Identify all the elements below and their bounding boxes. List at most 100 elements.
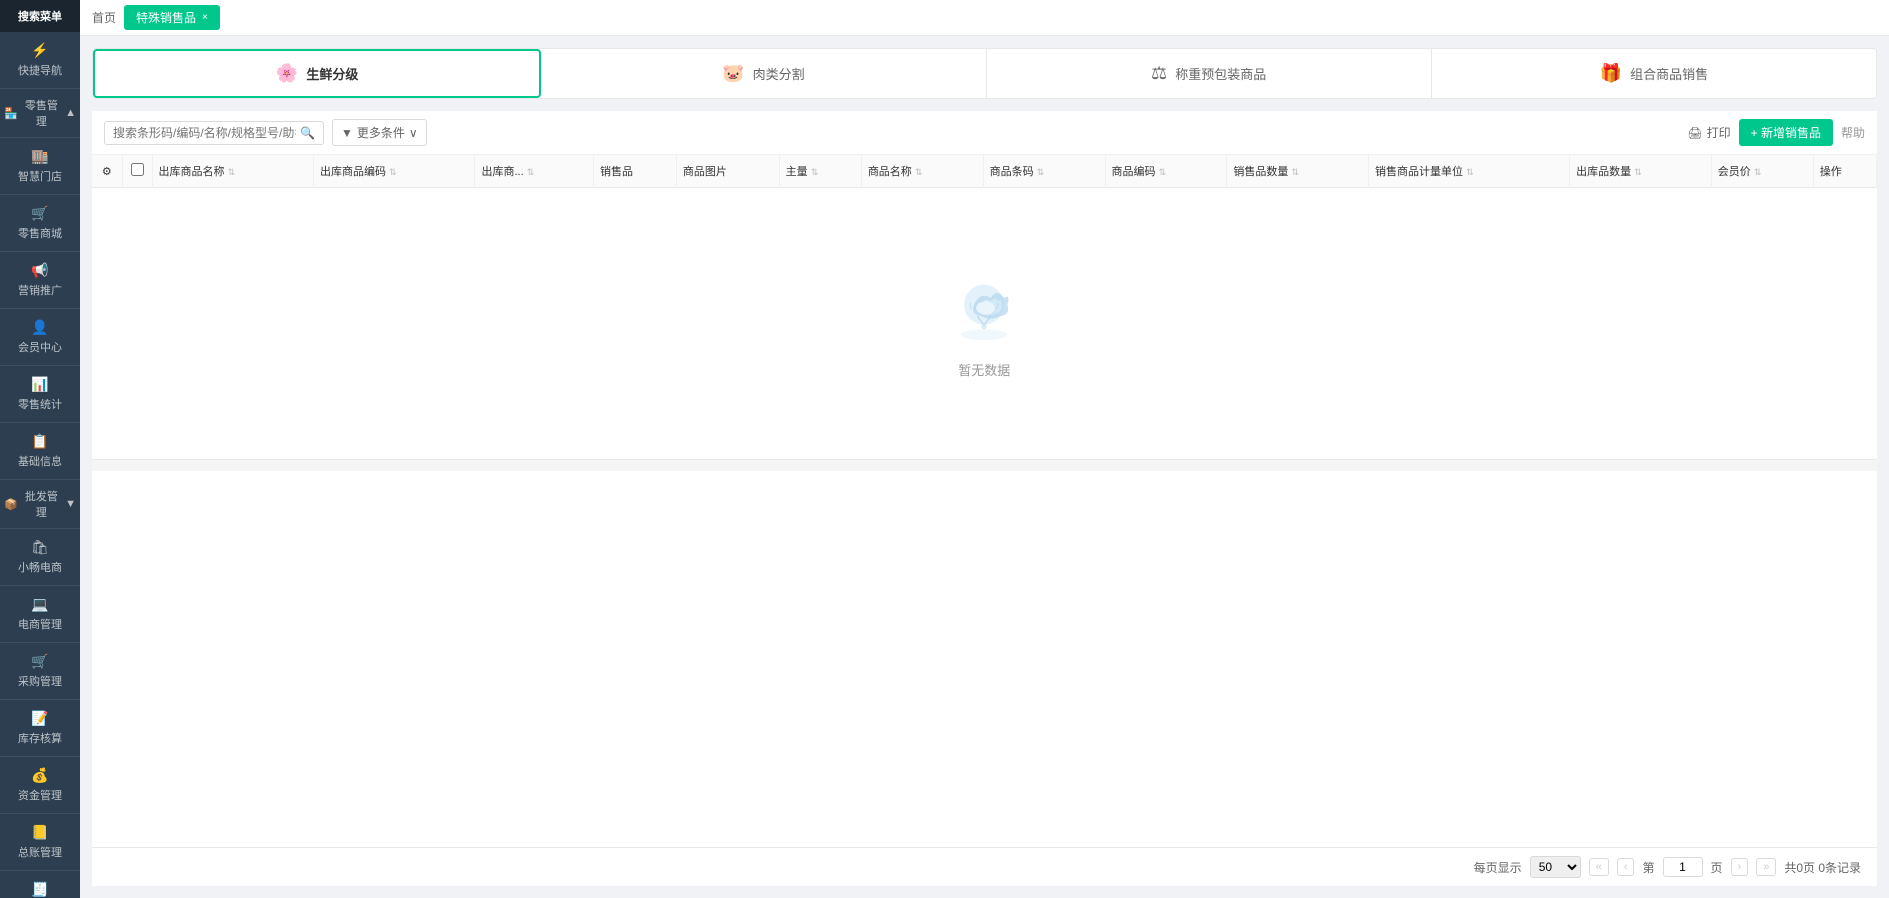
- th-product-name: 商品名称 ⇅: [861, 155, 983, 188]
- toolbar-left: 🔍 ▼ 更多条件 ∨: [104, 119, 427, 146]
- sidebar-logo: 搜索菜单: [0, 0, 80, 32]
- sidebar-item-purchase[interactable]: 🛒 采购管理: [0, 643, 80, 700]
- home-link[interactable]: 首页: [92, 9, 116, 26]
- sidebar-item-ecom-mgmt[interactable]: 💻 电商管理: [0, 586, 80, 643]
- tab-combo[interactable]: 🎁 组合商品销售: [1432, 49, 1876, 98]
- purchase-icon: 🛒: [31, 653, 48, 670]
- first-page-button[interactable]: «: [1589, 858, 1609, 876]
- wholesale-icon: 📦: [4, 498, 18, 511]
- tab-label: 特殊销售品: [136, 9, 196, 26]
- sort-icon-3[interactable]: ⇅: [527, 167, 535, 177]
- quick-nav-icon: ⚡: [31, 42, 48, 59]
- tab-meat[interactable]: 🐷 肉类分割: [541, 49, 986, 98]
- th-checkbox[interactable]: [122, 155, 152, 188]
- th-settings[interactable]: ⚙: [92, 155, 122, 188]
- sidebar: 搜索菜单 ⚡ 快捷导航 🏪 零售管理 ▲ 🏬 智慧门店 🛒 零售商城 📢 营销推…: [0, 0, 80, 898]
- search-input[interactable]: [113, 126, 296, 140]
- sidebar-item-basic-info-1[interactable]: 📋 基础信息: [0, 423, 80, 480]
- th-product-code: 商品编码 ⇅: [1105, 155, 1227, 188]
- th-image-label: 商品图片: [683, 166, 727, 178]
- sidebar-item-wholesale[interactable]: 📦 批发管理 ▼: [0, 480, 80, 529]
- add-product-button[interactable]: + 新增销售品: [1739, 119, 1833, 146]
- search-box[interactable]: 🔍: [104, 121, 324, 145]
- active-tab[interactable]: 特殊销售品 ×: [124, 5, 220, 30]
- scrollbar[interactable]: [92, 459, 1877, 471]
- page-input[interactable]: [1663, 857, 1703, 877]
- sidebar-item-label: 小畅电商: [18, 559, 62, 575]
- retail-arrow: ▲: [65, 107, 76, 119]
- sidebar-item-retail-stats[interactable]: 📊 零售统计: [0, 366, 80, 423]
- toolbar-right: 🖨 打印 + 新增销售品 帮助: [1687, 119, 1865, 146]
- th-member-price: 会员价 ⇅: [1711, 155, 1813, 188]
- total-label: 共0页 0条记录: [1784, 859, 1861, 876]
- th-out-qty: 出库品数量 ⇅: [1570, 155, 1712, 188]
- sort-icon-6[interactable]: ⇅: [1037, 167, 1045, 177]
- sidebar-item-label: 零售统计: [18, 396, 62, 412]
- help-button[interactable]: 帮助: [1841, 124, 1865, 141]
- sidebar-item-inventory[interactable]: 📝 库存核算: [0, 700, 80, 757]
- empty-icon: [944, 268, 1024, 348]
- page-size-select[interactable]: 50 10 20 100: [1530, 856, 1581, 878]
- filter-label: 更多条件: [357, 124, 405, 141]
- th-out-name-label: 出库商品名称: [159, 166, 225, 178]
- inventory-icon: 📝: [31, 710, 48, 727]
- table-body: 暂无数据: [92, 188, 1877, 460]
- sidebar-item-label: 智慧门店: [18, 168, 62, 184]
- sidebar-item-marketing[interactable]: 📢 营销推广: [0, 252, 80, 309]
- tab-close-button[interactable]: ×: [202, 12, 208, 23]
- tab-meat-label: 肉类分割: [753, 64, 805, 83]
- sidebar-item-label: 快捷导航: [18, 62, 62, 78]
- retail-stats-icon: 📊: [31, 376, 48, 393]
- sort-icon-10[interactable]: ⇅: [1634, 167, 1642, 177]
- th-out-name: 出库商品名称 ⇅: [152, 155, 313, 188]
- sidebar-item-retail[interactable]: 🏪 零售管理 ▲: [0, 89, 80, 138]
- sidebar-item-label: 总账管理: [18, 844, 62, 860]
- tab-combo-label: 组合商品销售: [1630, 64, 1708, 83]
- prev-page-button[interactable]: ‹: [1617, 858, 1635, 876]
- sidebar-item-ecommerce[interactable]: 🛍 小畅电商: [0, 529, 80, 586]
- th-product-code-label: 商品编码: [1112, 166, 1156, 178]
- ecommerce-icon: 🛍: [31, 539, 49, 556]
- empty-text: 暂无数据: [958, 360, 1010, 379]
- tab-weight-label: 称重预包装商品: [1175, 64, 1266, 83]
- sort-icon-2[interactable]: ⇅: [389, 167, 397, 177]
- add-label: + 新增销售品: [1751, 124, 1821, 141]
- sidebar-item-label: 营销推广: [18, 282, 62, 298]
- last-page-button[interactable]: »: [1756, 858, 1776, 876]
- th-barcode: 商品条码 ⇅: [983, 155, 1105, 188]
- print-button[interactable]: 🖨 打印: [1687, 124, 1730, 141]
- sidebar-item-label: 零售管理: [20, 97, 63, 129]
- help-label: 帮助: [1841, 126, 1865, 140]
- tab-weight[interactable]: ⚖ 称重预包装商品: [987, 49, 1432, 98]
- sort-icon-11[interactable]: ⇅: [1754, 167, 1762, 177]
- th-action: 操作: [1813, 155, 1876, 188]
- select-all-checkbox[interactable]: [131, 163, 144, 176]
- sidebar-item-invoice[interactable]: 🧾 发票管理: [0, 871, 80, 898]
- sidebar-item-finance[interactable]: 💰 资金管理: [0, 757, 80, 814]
- sort-icon-8[interactable]: ⇅: [1291, 167, 1299, 177]
- content-area: 🌸 生鲜分级 🐷 肉类分割 ⚖ 称重预包装商品 🎁 组合商品销售: [80, 36, 1889, 898]
- meat-icon: 🐷: [722, 63, 744, 84]
- topbar: 首页 特殊销售品 ×: [80, 0, 1889, 36]
- sidebar-item-quick-nav[interactable]: ⚡ 快捷导航: [0, 32, 80, 89]
- sort-icon-4[interactable]: ⇅: [811, 167, 819, 177]
- empty-state: 暂无数据: [92, 188, 1877, 459]
- next-page-button[interactable]: ›: [1731, 858, 1749, 876]
- th-action-label: 操作: [1820, 166, 1842, 178]
- sort-icon-7[interactable]: ⇅: [1159, 167, 1167, 177]
- th-sale-qty-label: 销售品数量: [1233, 166, 1288, 178]
- th-sale-unit: 销售商品计量单位 ⇅: [1369, 155, 1570, 188]
- sort-icon-5[interactable]: ⇅: [915, 167, 923, 177]
- sidebar-item-retail-mall[interactable]: 🛒 零售商城: [0, 195, 80, 252]
- tab-fresh[interactable]: 🌸 生鲜分级: [93, 49, 541, 98]
- basic-info-icon: 📋: [31, 433, 48, 450]
- sidebar-item-label: 资金管理: [18, 787, 62, 803]
- filter-button[interactable]: ▼ 更多条件 ∨: [332, 119, 427, 146]
- sort-icon-9[interactable]: ⇅: [1466, 167, 1474, 177]
- sidebar-item-ledger[interactable]: 📒 总账管理: [0, 814, 80, 871]
- sidebar-item-member[interactable]: 👤 会员中心: [0, 309, 80, 366]
- th-sale-qty: 销售品数量 ⇅: [1227, 155, 1369, 188]
- sort-icon[interactable]: ⇅: [228, 167, 236, 177]
- search-icon: 🔍: [300, 126, 315, 140]
- sidebar-item-smart-store[interactable]: 🏬 智慧门店: [0, 138, 80, 195]
